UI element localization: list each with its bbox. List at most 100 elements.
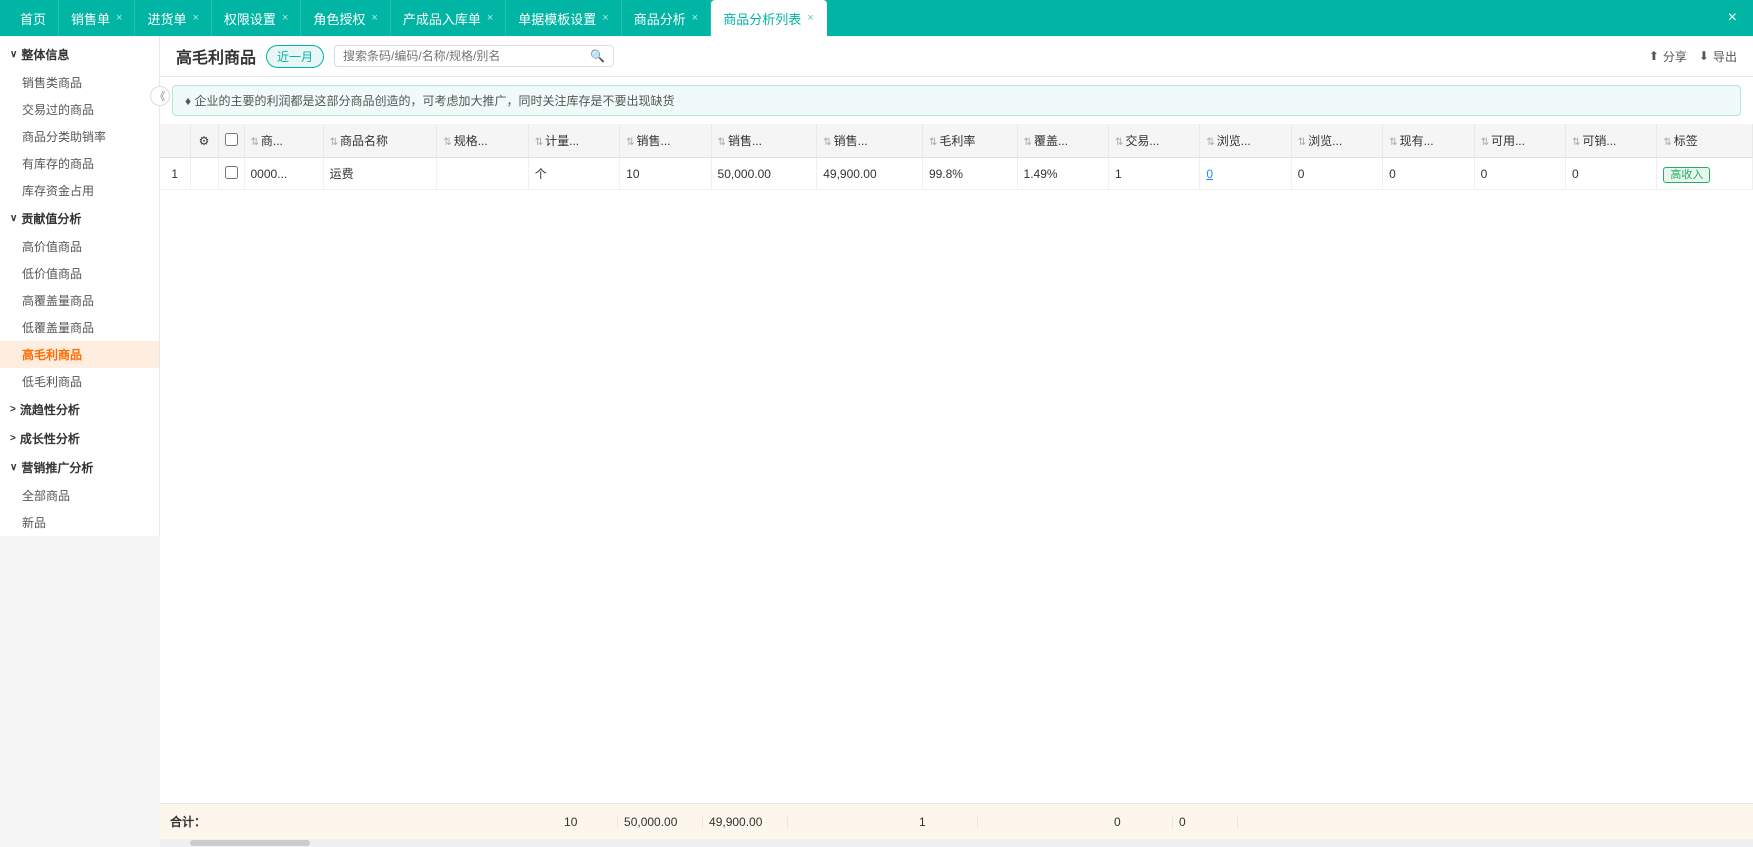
sort-icon: ⇅ (535, 137, 543, 148)
col-header-browse1[interactable]: ⇅浏览... (1200, 124, 1291, 158)
nav-tab-home[interactable]: 首页 (8, 0, 59, 36)
sidebar-wrapper: ∨整体信息销售类商品交易过的商品商品分类助销率有库存的商品库存资金占用∨贡献值分… (0, 36, 160, 847)
col-header-spec[interactable]: ⇅规格... (437, 124, 528, 158)
sidebar-group-growth[interactable]: >成长性分析 (0, 424, 159, 453)
close-tab-sales[interactable]: × (116, 12, 122, 24)
filter-month-button[interactable]: 近一月 (266, 45, 324, 68)
sort-icon: ⇅ (1298, 137, 1306, 148)
data-table: ⚙⇅商...⇅商品名称⇅规格...⇅计量...⇅销售...⇅销售...⇅销售..… (160, 124, 1753, 190)
sidebar-item-new-goods[interactable]: 新品 (0, 509, 159, 536)
col-header-available[interactable]: ⇅可用... (1474, 124, 1565, 158)
sidebar-group-marketing[interactable]: ∨营销推广分析 (0, 453, 159, 482)
col-header-name[interactable]: ⇅商品名称 (323, 124, 437, 158)
nav-tab-template[interactable]: 单据模板设置× (506, 0, 621, 36)
col-header-sales_qty[interactable]: ⇅销售... (620, 124, 711, 158)
close-tab-purchase[interactable]: × (192, 12, 198, 24)
cell-spec (437, 158, 528, 190)
main-layout: ∨整体信息销售类商品交易过的商品商品分类助销率有库存的商品库存资金占用∨贡献值分… (0, 36, 1753, 847)
export-button[interactable]: ⬇ 导出 (1699, 48, 1737, 65)
share-label: 分享 (1663, 48, 1687, 65)
sidebar-item-in-stock[interactable]: 有库存的商品 (0, 150, 159, 177)
export-icon: ⬇ (1699, 49, 1709, 63)
cell-sellable: 0 (1565, 158, 1656, 190)
cell-sales_qty: 10 (620, 158, 711, 190)
sidebar-item-low-value[interactable]: 低价值商品 (0, 260, 159, 287)
sidebar-item-all-goods[interactable]: 全部商品 (0, 482, 159, 509)
share-button[interactable]: ⬆ 分享 (1649, 48, 1687, 65)
arrow-icon: ∨ (10, 462, 17, 473)
sort-icon: ⇅ (1389, 137, 1397, 148)
sort-icon: ⇅ (718, 137, 726, 148)
col-header-transaction[interactable]: ⇅交易... (1108, 124, 1199, 158)
sidebar-item-traded-goods[interactable]: 交易过的商品 (0, 96, 159, 123)
col-header-sellable[interactable]: ⇅可销... (1565, 124, 1656, 158)
col-header-coverage[interactable]: ⇅覆盖... (1017, 124, 1108, 158)
footer-totals: 合计： 1050,000.0049,900.00100 (160, 803, 1753, 839)
col-header-code[interactable]: ⇅商... (244, 124, 323, 158)
sidebar-group-overall[interactable]: ∨整体信息 (0, 40, 159, 69)
nav-tab-analysis-list[interactable]: 商品分析列表× (711, 0, 826, 36)
sidebar-group-trend[interactable]: >流趋性分析 (0, 395, 159, 424)
select-all-checkbox[interactable] (225, 133, 238, 146)
info-banner: ♦ 企业的主要的利润都是这部分商品创造的，可考虑加大推广，同时关注库存是不要出现… (172, 85, 1741, 116)
table-wrapper[interactable]: ⚙⇅商...⇅商品名称⇅规格...⇅计量...⇅销售...⇅销售...⇅销售..… (160, 124, 1753, 803)
close-tab-products-in[interactable]: × (487, 12, 493, 24)
header-actions: ⬆ 分享 ⬇ 导出 (1649, 48, 1737, 65)
cell-sales_amount: 50,000.00 (711, 158, 817, 190)
cell-coverage: 1.49% (1017, 158, 1108, 190)
col-num (160, 124, 190, 158)
sort-icon: ⇅ (1115, 137, 1123, 148)
nav-tab-products-in[interactable]: 产成品入库单× (391, 0, 506, 36)
footer-label: 合计： (170, 813, 206, 830)
sidebar: ∨整体信息销售类商品交易过的商品商品分类助销率有库存的商品库存资金占用∨贡献值分… (0, 36, 160, 536)
sidebar-item-high-margin[interactable]: 高毛利商品 (0, 341, 159, 368)
export-label: 导出 (1713, 48, 1737, 65)
sidebar-group-finance[interactable]: ∨贡献值分析 (0, 204, 159, 233)
sidebar-collapse-button[interactable]: 《 (150, 86, 170, 106)
cell-tag: 高收入 (1657, 158, 1753, 190)
close-tab-permissions[interactable]: × (282, 12, 288, 24)
cell-sales_profit: 49,900.00 (817, 158, 923, 190)
sidebar-item-high-coverage[interactable]: 高覆盖量商品 (0, 287, 159, 314)
sort-icon: ⇅ (1024, 137, 1032, 148)
sidebar-item-low-margin[interactable]: 低毛利商品 (0, 368, 159, 395)
close-tab-analysis[interactable]: × (692, 12, 698, 24)
search-icon[interactable]: 🔍 (590, 49, 605, 63)
nav-tab-roles[interactable]: 角色授权× (301, 0, 390, 36)
sidebar-item-low-coverage[interactable]: 低覆盖量商品 (0, 314, 159, 341)
nav-tab-purchase[interactable]: 进货单× (135, 0, 211, 36)
sidebar-item-stock-occupy[interactable]: 库存资金占用 (0, 177, 159, 204)
cell-unit: 个 (528, 158, 619, 190)
cell-code: 0000... (244, 158, 323, 190)
cell-transaction: 1 (1108, 158, 1199, 190)
sidebar-item-sales-goods[interactable]: 销售类商品 (0, 69, 159, 96)
col-header-sales_amount[interactable]: ⇅销售... (711, 124, 817, 158)
nav-tab-analysis[interactable]: 商品分析× (622, 0, 711, 36)
close-tab-analysis-list[interactable]: × (807, 12, 813, 24)
page-title: 高毛利商品 (176, 44, 256, 68)
col-header-unit[interactable]: ⇅计量... (528, 124, 619, 158)
nav-tab-permissions[interactable]: 权限设置× (212, 0, 301, 36)
cell-settings (190, 158, 218, 190)
scrollbar-thumb[interactable] (190, 840, 310, 846)
close-all-button[interactable]: × (1720, 9, 1745, 27)
close-tab-roles[interactable]: × (371, 12, 377, 24)
cell-name: 运费 (323, 158, 437, 190)
close-tab-template[interactable]: × (602, 12, 608, 24)
sidebar-item-category-assist[interactable]: 商品分类助销率 (0, 123, 159, 150)
bottom-scrollbar[interactable] (160, 839, 1753, 847)
row-checkbox[interactable] (225, 166, 238, 179)
nav-tab-sales[interactable]: 销售单× (59, 0, 135, 36)
link-browse1[interactable]: 0 (1206, 167, 1213, 181)
col-header-browse2[interactable]: ⇅浏览... (1291, 124, 1382, 158)
sidebar-item-high-value[interactable]: 高价值商品 (0, 233, 159, 260)
col-header-current_stock[interactable]: ⇅现有... (1383, 124, 1474, 158)
col-header-sales_profit[interactable]: ⇅销售... (817, 124, 923, 158)
search-input[interactable] (343, 49, 586, 63)
content-area: 高毛利商品 近一月 🔍 ⬆ 分享 ⬇ 导出 ♦ 企业的主要的利润都是这部分商品创… (160, 36, 1753, 847)
cell-browse2: 0 (1291, 158, 1382, 190)
sort-icon: ⇅ (1206, 137, 1214, 148)
cell-browse1: 0 (1200, 158, 1291, 190)
col-header-margin_rate[interactable]: ⇅毛利率 (922, 124, 1017, 158)
col-header-tag[interactable]: ⇅标签 (1657, 124, 1753, 158)
